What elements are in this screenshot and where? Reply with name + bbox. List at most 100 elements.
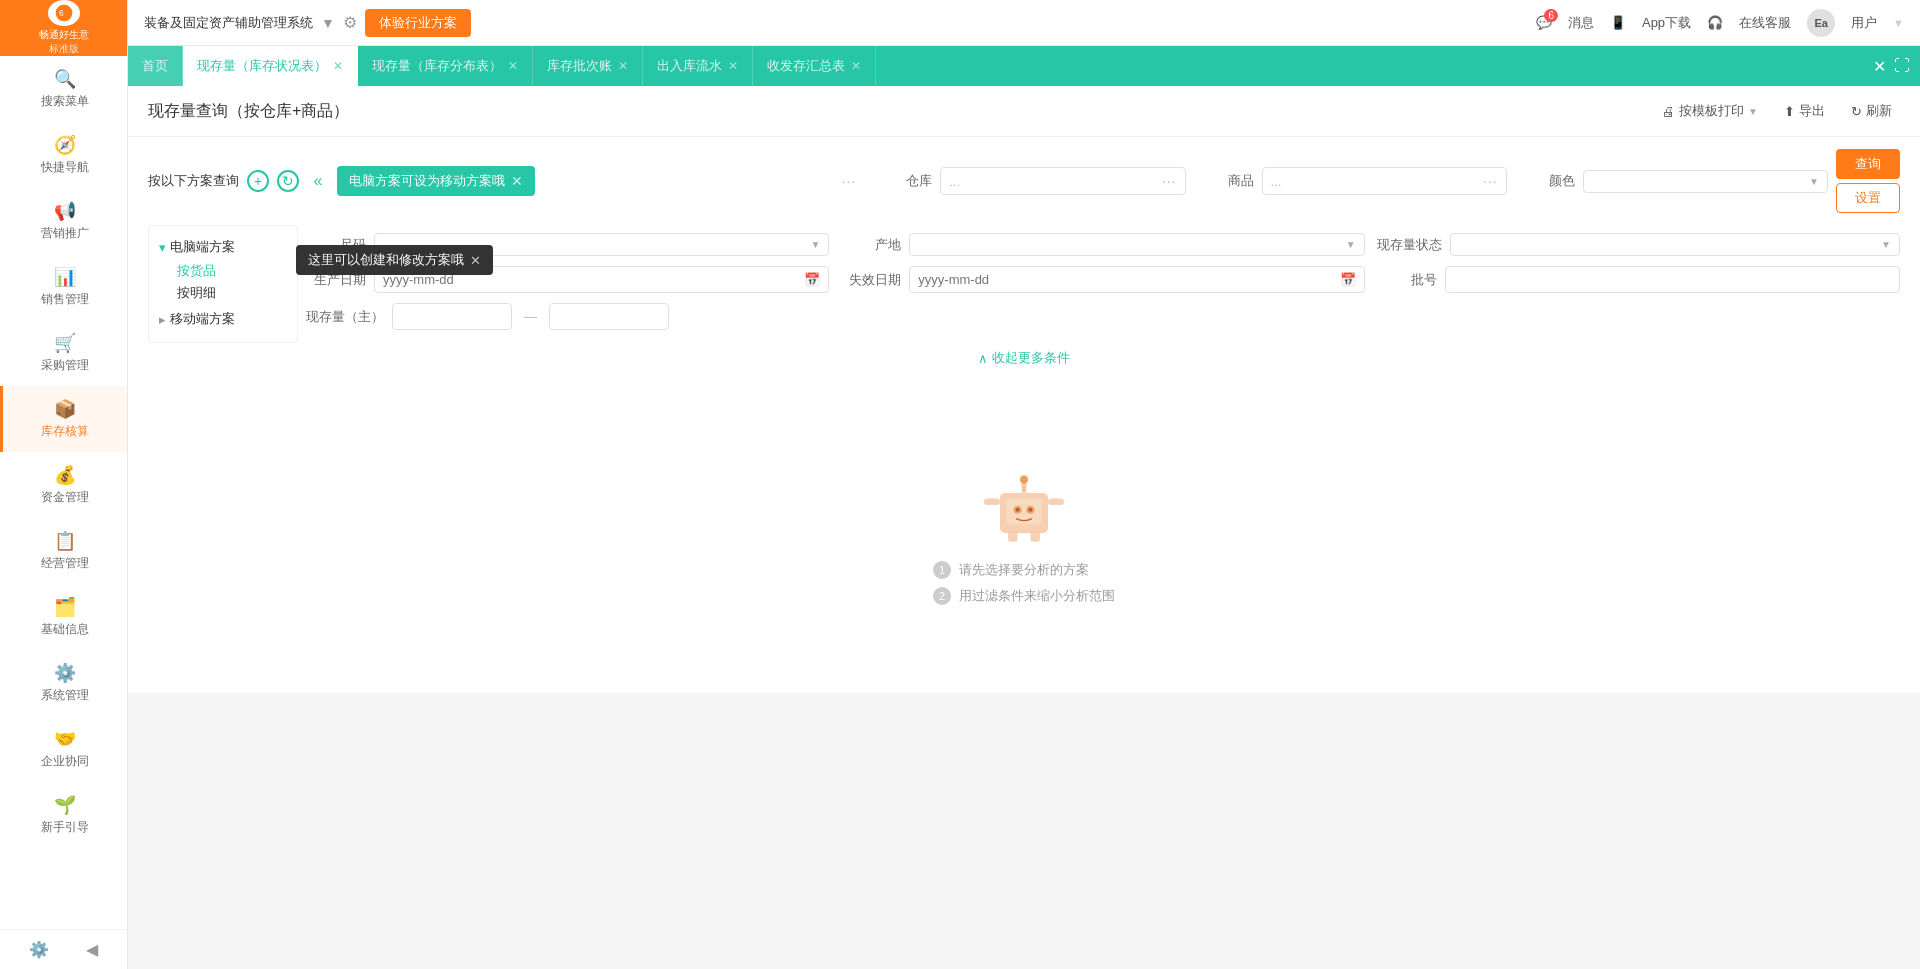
color-select[interactable]: ▼ [1583, 170, 1828, 193]
sidebar-item-guide[interactable]: 🌱 新手引导 [0, 782, 127, 848]
search-button[interactable]: 查询 [1836, 149, 1900, 179]
stock-status-caret: ▼ [1881, 239, 1891, 250]
tab-inventory-status[interactable]: 现存量（库存状况表） ✕ [183, 46, 358, 86]
message-count: 6 [1544, 9, 1558, 22]
tab-inout[interactable]: 出入库流水 ✕ [643, 46, 753, 86]
search-icon: 🔍 [54, 68, 76, 90]
tab-inventory-status-close[interactable]: ✕ [333, 59, 343, 73]
print-template-btn[interactable]: 🖨 按模板打印 ▼ [1654, 98, 1766, 124]
sidebar-item-assets[interactable]: 💰 资金管理 [0, 452, 127, 518]
batch-input[interactable] [1445, 266, 1900, 293]
color-label: 颜色 [1515, 172, 1575, 190]
scheme-mobile-group[interactable]: ▸ 移动端方案 [149, 304, 297, 334]
collapse-row[interactable]: ∧ 收起更多条件 [148, 343, 1900, 377]
message-badge-wrap[interactable]: 💬 6 [1536, 15, 1552, 30]
user-name[interactable]: 用户 [1851, 14, 1877, 32]
sidebar-item-label: 基础信息 [41, 621, 89, 638]
warehouse-label: 仓库 [872, 172, 932, 190]
expiry-date-input[interactable] [918, 272, 1335, 287]
stock-status-label: 现存量状态 [1377, 236, 1442, 254]
page-section: 现存量查询（按仓库+商品） 🖨 按模板打印 ▼ ⬆ 导出 ↻ 刷新 [128, 86, 1920, 693]
sidebar-item-label: 营销推广 [41, 225, 89, 242]
setting-button[interactable]: 设置 [1836, 183, 1900, 213]
svg-point-7 [1028, 508, 1032, 512]
sidebar: 6 畅通好生意 标准版 🔍 搜索菜单 🧭 快捷导航 📢 营销推广 📊 销售管理 … [0, 0, 128, 969]
scheme-item-detail[interactable]: 按明细 [149, 282, 297, 304]
stock-main-to-input[interactable] [549, 303, 669, 330]
phone-icon: 📱 [1610, 15, 1626, 30]
prod-date-calendar-icon[interactable]: 📅 [804, 272, 820, 287]
tab-close-all-icon[interactable]: ✕ [1873, 57, 1886, 76]
origin-select[interactable]: ▼ [909, 233, 1364, 256]
tab-expand-icon[interactable]: ⛶ [1894, 57, 1910, 75]
filter-arrow-button[interactable]: « [307, 170, 329, 192]
tab-inout-close[interactable]: ✕ [728, 59, 738, 73]
filter-more-dots[interactable]: ··· [842, 173, 857, 189]
tab-collect[interactable]: 收发存汇总表 ✕ [753, 46, 876, 86]
tab-inventory-dist-close[interactable]: ✕ [508, 59, 518, 73]
guide-icon: 🌱 [54, 794, 76, 816]
step-1-text: 请先选择要分析的方案 [959, 561, 1089, 579]
scheme-mobile-chevron: ▸ [159, 312, 166, 327]
tab-batch[interactable]: 库存批次账 ✕ [533, 46, 643, 86]
svg-rect-11 [1048, 499, 1064, 505]
expiry-date-input-wrap[interactable]: 📅 [909, 266, 1364, 293]
marketing-icon: 📢 [54, 200, 76, 222]
app-download-label[interactable]: App下载 [1642, 14, 1691, 32]
stock-main-from-input[interactable] [392, 303, 512, 330]
goods-select[interactable]: ... ··· [1262, 167, 1507, 195]
sidebar-item-marketing[interactable]: 📢 营销推广 [0, 188, 127, 254]
edit-tooltip-close[interactable]: ✕ [470, 253, 481, 268]
edit-tooltip-text: 这里可以创建和修改方案哦 [308, 251, 464, 269]
sidebar-collapse-icon[interactable]: ◀ [86, 940, 98, 959]
refresh-btn[interactable]: ↻ 刷新 [1843, 98, 1900, 124]
export-label: 导出 [1799, 102, 1825, 120]
warehouse-select[interactable]: ... ··· [940, 167, 1185, 195]
tab-batch-label: 库存批次账 [547, 57, 612, 75]
batch-label: 批号 [1377, 271, 1437, 289]
tab-inventory-dist-label: 现存量（库存分布表） [372, 57, 502, 75]
stock-main-label: 现存量（主） [306, 308, 384, 326]
inventory-icon: 📦 [54, 398, 76, 420]
sidebar-item-purchase[interactable]: 🛒 采购管理 [0, 320, 127, 386]
goods-field: 商品 ... ··· [1194, 167, 1507, 195]
sidebar-item-search[interactable]: 🔍 搜索菜单 [0, 56, 127, 122]
sidebar-item-ops[interactable]: 📋 经营管理 [0, 518, 127, 584]
sidebar-item-system[interactable]: ⚙️ 系统管理 [0, 650, 127, 716]
filter-refresh-button[interactable]: ↻ [277, 170, 299, 192]
avatar: Ea [1807, 9, 1835, 37]
tab-batch-close[interactable]: ✕ [618, 59, 628, 73]
origin-caret: ▼ [1346, 239, 1356, 250]
svg-point-6 [1016, 508, 1020, 512]
scheme-desktop-group[interactable]: ▾ 电脑端方案 [149, 234, 297, 260]
sidebar-item-sales[interactable]: 📊 销售管理 [0, 254, 127, 320]
batch-field: 批号 [1377, 266, 1900, 293]
sidebar-settings-icon[interactable]: ⚙️ [29, 940, 49, 959]
export-btn[interactable]: ⬆ 导出 [1776, 98, 1833, 124]
expiry-date-calendar-icon[interactable]: 📅 [1340, 272, 1356, 287]
scheme-desktop-label: 电脑端方案 [170, 238, 235, 256]
tab-collect-close[interactable]: ✕ [851, 59, 861, 73]
header-settings-icon[interactable]: ⚙ [343, 13, 357, 32]
print-icon: 🖨 [1662, 104, 1675, 119]
scheme-tooltip-close[interactable]: ✕ [511, 173, 523, 189]
experience-button[interactable]: 体验行业方案 [365, 9, 471, 37]
tab-home[interactable]: 首页 [128, 46, 183, 86]
tab-controls: ✕ ⛶ [1863, 57, 1920, 76]
stock-main-separator: — [524, 309, 537, 324]
sidebar-item-coop[interactable]: 🤝 企业协同 [0, 716, 127, 782]
tab-bar: 首页 现存量（库存状况表） ✕ 现存量（库存分布表） ✕ 库存批次账 ✕ 出入库… [128, 46, 1920, 86]
sidebar-item-inventory[interactable]: 📦 库存核算 [0, 386, 127, 452]
sidebar-item-base[interactable]: 🗂️ 基础信息 [0, 584, 127, 650]
page-title: 现存量查询（按仓库+商品） [148, 101, 349, 122]
tab-inventory-dist[interactable]: 现存量（库存分布表） ✕ [358, 46, 533, 86]
filter-add-button[interactable]: + [247, 170, 269, 192]
online-support-label[interactable]: 在线客服 [1739, 14, 1791, 32]
scheme-item-goods[interactable]: 按货品 [149, 260, 297, 282]
color-field: 颜色 ▼ [1515, 170, 1828, 193]
sidebar-item-quick[interactable]: 🧭 快捷导航 [0, 122, 127, 188]
sidebar-item-label: 销售管理 [41, 291, 89, 308]
stock-status-select[interactable]: ▼ [1450, 233, 1900, 256]
stock-status-field: 现存量状态 ▼ [1377, 233, 1900, 256]
expiry-date-label: 失效日期 [841, 271, 901, 289]
